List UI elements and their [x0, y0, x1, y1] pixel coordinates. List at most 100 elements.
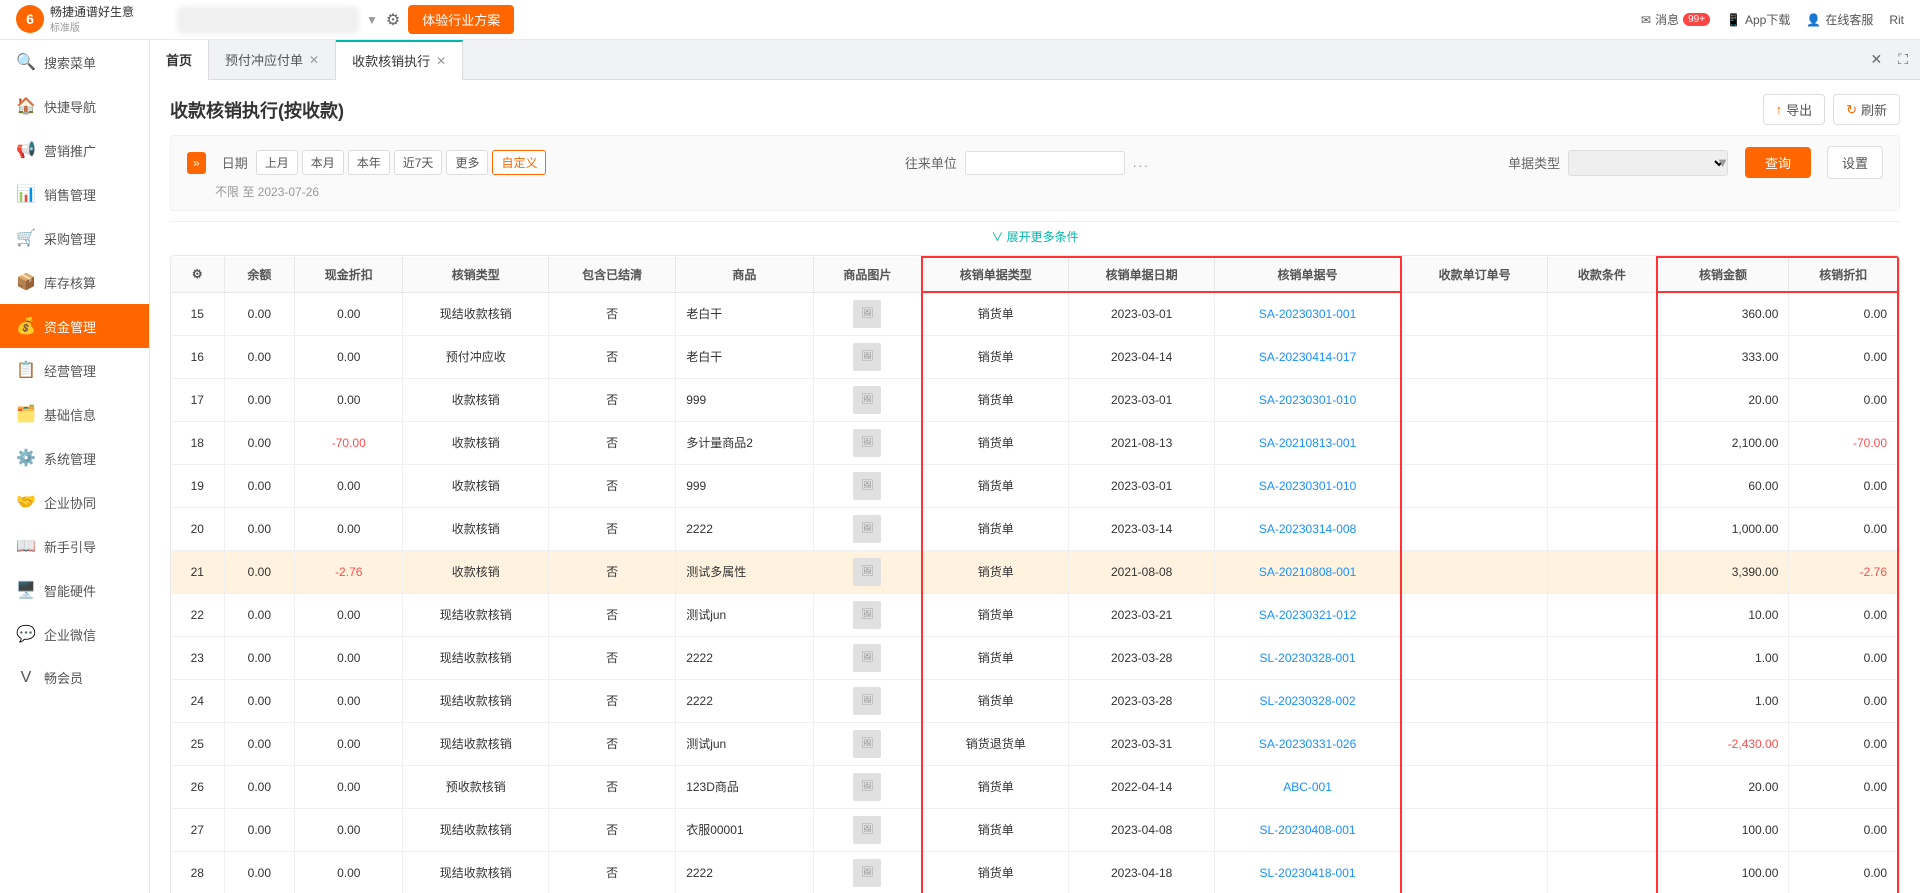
- product-image: 🖼: [853, 429, 881, 457]
- voucher-no-link[interactable]: SL-20230328-002: [1260, 694, 1356, 708]
- th-settings[interactable]: ⚙: [171, 257, 224, 292]
- cell-cash-discount: 0.00: [295, 335, 403, 378]
- sidebar-item-management[interactable]: 📋 经营管理: [0, 348, 149, 392]
- voucher-no-link[interactable]: SL-20230328-001: [1260, 651, 1356, 665]
- refresh-button[interactable]: ↻ 刷新: [1833, 94, 1900, 125]
- voucher-no-link[interactable]: SA-20210813-001: [1259, 436, 1356, 450]
- chevron-down-icon: ▼: [366, 13, 378, 27]
- sidebar-item-member[interactable]: V 畅会员: [0, 656, 149, 699]
- voucher-no-link[interactable]: SA-20210808-001: [1259, 565, 1356, 579]
- cell-writeoff-discount: 0.00: [1789, 679, 1898, 722]
- date-range-text: 不限 至 2023-07-26: [187, 183, 1883, 200]
- cell-voucher-no[interactable]: SA-20230331-026: [1215, 722, 1401, 765]
- cell-id: 28: [171, 851, 224, 893]
- cell-voucher-no[interactable]: SA-20230414-017: [1215, 335, 1401, 378]
- tab-close-button[interactable]: ✕: [1866, 47, 1886, 72]
- app-download-btn[interactable]: 📱 App下载: [1726, 11, 1790, 28]
- cell-voucher-no[interactable]: SL-20230418-001: [1215, 851, 1401, 893]
- voucher-no-link[interactable]: SL-20230408-001: [1260, 823, 1356, 837]
- expand-more-btn[interactable]: ∨ 展开更多条件: [170, 221, 1900, 251]
- sidebar-item-finance[interactable]: 💰 资金管理: [0, 304, 149, 348]
- cell-voucher-no[interactable]: SL-20230328-001: [1215, 636, 1401, 679]
- sidebar-item-sales[interactable]: 📊 销售管理: [0, 172, 149, 216]
- export-button[interactable]: ↑ 导出: [1763, 94, 1826, 125]
- message-btn[interactable]: ✉ 消息 99+: [1641, 11, 1710, 28]
- voucher-no-link[interactable]: ABC-001: [1283, 780, 1332, 794]
- cell-writeoff-discount: 0.00: [1789, 292, 1898, 335]
- cell-writeoff-discount: 0.00: [1789, 636, 1898, 679]
- cell-product-img: 🖼: [813, 507, 922, 550]
- query-button[interactable]: 查询: [1745, 147, 1811, 178]
- sidebar-item-collab[interactable]: 🤝 企业协同: [0, 480, 149, 524]
- filter-collapse-btn[interactable]: »: [187, 152, 206, 174]
- cell-voucher-no[interactable]: SA-20230301-001: [1215, 292, 1401, 335]
- cell-voucher-no[interactable]: ABC-001: [1215, 765, 1401, 808]
- sidebar-item-nav[interactable]: 🏠 快捷导航: [0, 84, 149, 128]
- voucher-no-link[interactable]: SA-20230301-001: [1259, 307, 1356, 321]
- user-area[interactable]: Rit: [1889, 13, 1904, 27]
- online-service-btn[interactable]: 👤 在线客服: [1806, 11, 1873, 28]
- sidebar-item-guide[interactable]: 📖 新手引导: [0, 524, 149, 568]
- tab-prepay[interactable]: 预付冲应付单 ✕: [209, 40, 336, 80]
- table-row: 240.000.00现结收款核销否2222🖼销货单2023-03-28SL-20…: [171, 679, 1898, 722]
- cell-included-settled: 否: [549, 765, 676, 808]
- cell-voucher-no[interactable]: SL-20230328-002: [1215, 679, 1401, 722]
- voucher-no-link[interactable]: SA-20230331-026: [1259, 737, 1356, 751]
- cell-receipt-terms: [1548, 421, 1657, 464]
- date-7days[interactable]: 近7天: [394, 150, 443, 175]
- voucher-no-link[interactable]: SL-20230418-001: [1260, 866, 1356, 880]
- tab-maximize-button[interactable]: ⛶: [1894, 47, 1912, 72]
- sidebar-item-marketing[interactable]: 📢 营销推广: [0, 128, 149, 172]
- tab-bar: 首页 预付冲应付单 ✕ 收款核销执行 ✕ ✕ ⛶: [150, 40, 1920, 80]
- cell-voucher-no[interactable]: SL-20230408-001: [1215, 808, 1401, 851]
- cell-receipt-order-no: [1401, 421, 1548, 464]
- logo-icon: 6: [16, 5, 44, 33]
- voucher-no-link[interactable]: SA-20230314-008: [1259, 522, 1356, 536]
- cell-receipt-terms: [1548, 808, 1657, 851]
- cell-voucher-no[interactable]: SA-20230301-010: [1215, 378, 1401, 421]
- date-this-year[interactable]: 本年: [348, 150, 390, 175]
- sidebar-item-system[interactable]: ⚙️ 系统管理: [0, 436, 149, 480]
- main-layout: 🔍 搜索菜单 🏠 快捷导航 📢 营销推广 📊 销售管理 🛒 采购管理 📦 库存核…: [0, 40, 1920, 893]
- voucher-no-link[interactable]: SA-20230301-010: [1259, 479, 1356, 493]
- sidebar-item-wechat[interactable]: 💬 企业微信: [0, 612, 149, 656]
- cell-id: 26: [171, 765, 224, 808]
- cell-voucher-no[interactable]: SA-20230321-012: [1215, 593, 1401, 636]
- product-image: 🖼: [853, 558, 881, 586]
- tab-prepay-close-icon[interactable]: ✕: [309, 53, 319, 67]
- cell-product-img: 🖼: [813, 421, 922, 464]
- product-image: 🖼: [853, 300, 881, 328]
- voucher-type-select[interactable]: [1568, 150, 1728, 176]
- sidebar-item-purchase[interactable]: 🛒 采购管理: [0, 216, 149, 260]
- cell-voucher-no[interactable]: SA-20210808-001: [1215, 550, 1401, 593]
- sidebar-item-basic[interactable]: 🗂️ 基础信息: [0, 392, 149, 436]
- tab-writeoff[interactable]: 收款核销执行 ✕: [336, 40, 463, 80]
- cell-voucher-type: 销货单: [922, 679, 1069, 722]
- voucher-no-link[interactable]: SA-20230301-010: [1259, 393, 1356, 407]
- cell-writeoff-discount: 0.00: [1789, 851, 1898, 893]
- voucher-no-link[interactable]: SA-20230321-012: [1259, 608, 1356, 622]
- tab-writeoff-close-icon[interactable]: ✕: [436, 54, 446, 68]
- cell-product: 测试多属性: [676, 550, 813, 593]
- cell-receipt-order-no: [1401, 378, 1548, 421]
- trial-button[interactable]: 体验行业方案: [408, 5, 514, 34]
- tab-home[interactable]: 首页: [150, 40, 209, 80]
- cell-voucher-no[interactable]: SA-20230301-010: [1215, 464, 1401, 507]
- search-input[interactable]: [178, 7, 358, 33]
- sidebar-item-search[interactable]: 🔍 搜索菜单: [0, 40, 149, 84]
- cell-voucher-no[interactable]: SA-20230314-008: [1215, 507, 1401, 550]
- date-custom[interactable]: 自定义: [492, 150, 546, 175]
- date-last-month[interactable]: 上月: [256, 150, 298, 175]
- settings-button[interactable]: 设置: [1827, 146, 1883, 179]
- gear-icon[interactable]: ⚙: [386, 10, 400, 30]
- cell-receipt-order-no: [1401, 464, 1548, 507]
- customer-input[interactable]: [965, 151, 1125, 175]
- cell-voucher-no[interactable]: SA-20210813-001: [1215, 421, 1401, 464]
- voucher-no-link[interactable]: SA-20230414-017: [1259, 350, 1356, 364]
- date-more[interactable]: 更多: [446, 150, 488, 175]
- date-this-month[interactable]: 本月: [302, 150, 344, 175]
- sidebar-item-inventory[interactable]: 📦 库存核算: [0, 260, 149, 304]
- logo-text: 畅捷通谱好生意: [50, 5, 134, 19]
- table-row: 230.000.00现结收款核销否2222🖼销货单2023-03-28SL-20…: [171, 636, 1898, 679]
- sidebar-item-hardware[interactable]: 🖥️ 智能硬件: [0, 568, 149, 612]
